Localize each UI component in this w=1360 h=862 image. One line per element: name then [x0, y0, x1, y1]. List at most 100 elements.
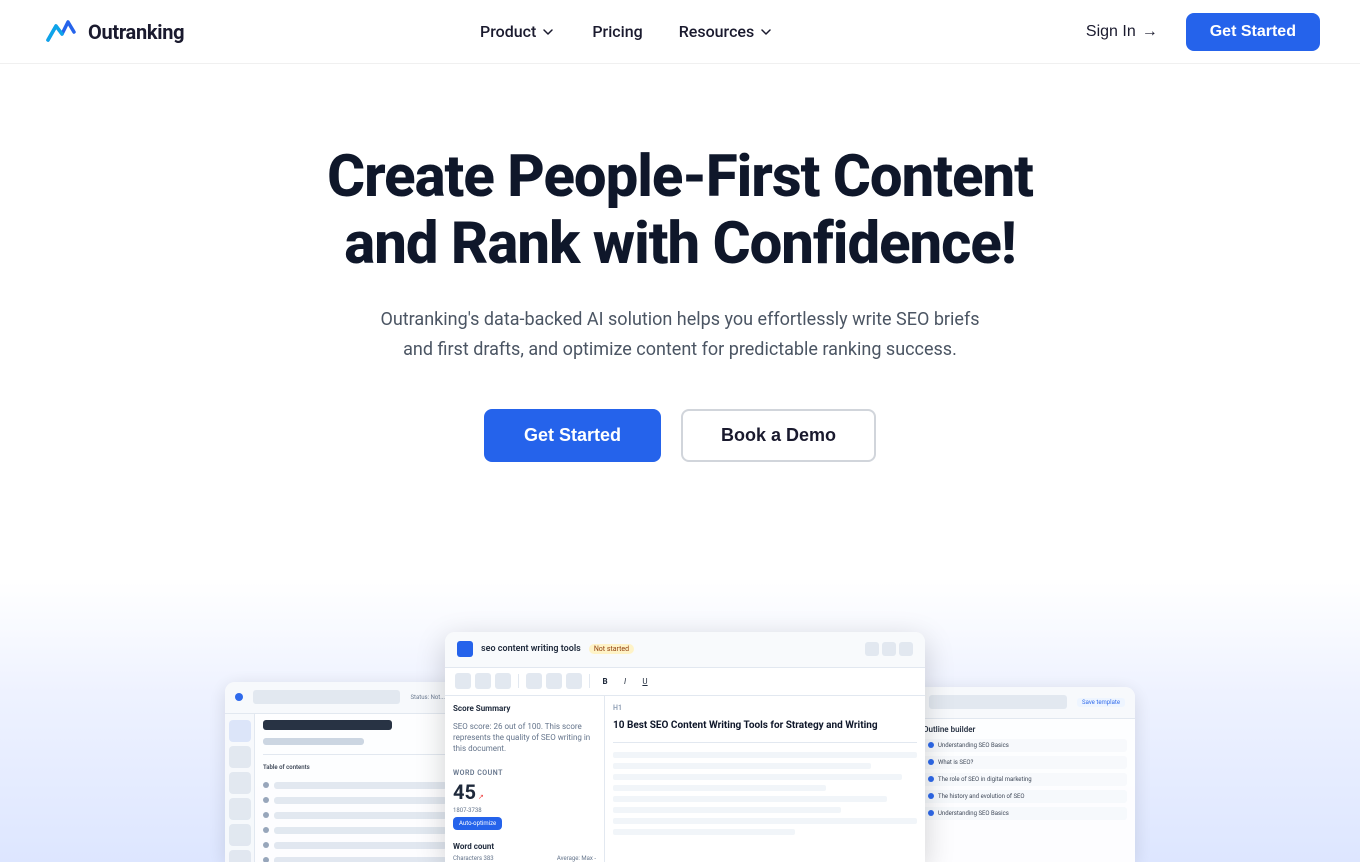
outline-item-label: Understanding SEO Basics	[938, 810, 1009, 817]
divider	[613, 742, 917, 743]
article-line	[613, 785, 826, 791]
get-started-nav-button[interactable]: Get Started	[1186, 13, 1320, 51]
left-panel-body: Table of contents	[225, 714, 455, 862]
center-score-panel: Score Summary SEO score: 26 out of 100. …	[445, 696, 605, 862]
sidebar-nav-item	[229, 746, 251, 768]
article-line	[613, 807, 841, 813]
sidebar-nav-item	[229, 798, 251, 820]
toolbar-btn	[526, 673, 542, 689]
outline-items-list: Understanding SEO Basics What is SEO? Th…	[923, 739, 1127, 820]
preview-container: Status: Not... Table of contents	[130, 632, 1230, 862]
hero-subtitle: Outranking's data-backed AI solution hel…	[380, 305, 980, 364]
brand-name: Outranking	[88, 20, 184, 44]
article-line	[613, 796, 887, 802]
outranking-logo-icon	[40, 12, 80, 52]
navbar: Outranking Product Pricing Resources Sig…	[0, 0, 1360, 64]
outline-item-label: The role of SEO in digital marketing	[938, 776, 1032, 783]
sidebar-item-bullet	[263, 842, 269, 848]
toolbar-divider	[518, 674, 519, 688]
sidebar-item-text	[274, 797, 447, 804]
left-panel-status: Status: Not...	[410, 694, 445, 701]
outline-builder-title: Outline builder	[923, 725, 1127, 734]
article-line	[613, 763, 871, 769]
outline-bullet	[928, 742, 934, 748]
sidebar-item-bullet	[263, 797, 269, 803]
outline-item-label: The history and evolution of SEO	[938, 793, 1025, 800]
nav-resources[interactable]: Resources	[665, 14, 789, 49]
word-count-value: 45	[453, 780, 476, 804]
sidebar-item	[263, 827, 447, 834]
article-line	[613, 818, 917, 824]
nav-links: Product Pricing Resources	[466, 14, 788, 49]
preview-panel-left: Status: Not... Table of contents	[225, 682, 455, 862]
sidebar-item-bullet	[263, 782, 269, 788]
sidebar-item	[263, 842, 447, 849]
sidebar-item-text	[274, 812, 447, 819]
toolbar-btn	[546, 673, 562, 689]
header-actions	[865, 642, 913, 656]
hero-get-started-button[interactable]: Get Started	[484, 409, 661, 462]
sidebar-item	[263, 812, 447, 819]
sidebar-nav-item	[229, 720, 251, 742]
toolbar-btn	[475, 673, 491, 689]
hero-title: Create People-First Content and Rank wit…	[327, 144, 1033, 277]
nav-pricing[interactable]: Pricing	[578, 14, 656, 49]
right-panel-title-bar	[929, 695, 1067, 709]
score-desc: SEO score: 26 out of 100. This score rep…	[453, 721, 596, 755]
toolbar-btn	[566, 673, 582, 689]
outline-item: The role of SEO in digital marketing	[923, 773, 1127, 786]
sidebar-nav-item	[229, 850, 251, 862]
left-panel-title-bar	[253, 690, 400, 704]
word-count-arrow: ↗	[478, 793, 484, 801]
center-article-panel: H1 10 Best SEO Content Writing Tools for…	[605, 696, 925, 862]
outline-item: Understanding SEO Basics	[923, 807, 1127, 820]
left-sidebar-nav	[225, 714, 255, 862]
save-template-btn: Save template	[1077, 698, 1125, 707]
word-count-label: WORD COUNT	[453, 769, 596, 777]
word-count-range: 1807-3738	[453, 807, 596, 814]
chevron-down-icon	[758, 24, 774, 40]
preview-area: Status: Not... Table of contents	[0, 582, 1360, 862]
toolbar-italic-btn: I	[617, 673, 633, 689]
outline-item: Understanding SEO Basics	[923, 739, 1127, 752]
sidebar-item-text	[274, 827, 447, 834]
center-app-icon	[457, 641, 473, 657]
toolbar-bold-btn: B	[597, 673, 613, 689]
center-panel-body: Score Summary SEO score: 26 out of 100. …	[445, 696, 925, 862]
sidebar-item-bullet	[263, 812, 269, 818]
outline-item-label: What is SEO?	[938, 759, 973, 766]
left-doc-title	[263, 720, 392, 730]
divider	[263, 754, 447, 755]
hero-section: Create People-First Content and Rank wit…	[0, 64, 1360, 582]
sign-in-button[interactable]: Sign In →	[1070, 15, 1174, 49]
center-toolbar: B I U	[445, 668, 925, 696]
sidebar-item	[263, 797, 447, 804]
header-btn	[882, 642, 896, 656]
outline-bullet	[928, 759, 934, 765]
hero-cta-group: Get Started Book a Demo	[484, 409, 876, 462]
sidebar-nav-item	[229, 772, 251, 794]
auto-optimize-label: Auto-optimize	[453, 817, 502, 830]
hero-book-demo-button[interactable]: Book a Demo	[681, 409, 876, 462]
logo[interactable]: Outranking	[40, 12, 184, 52]
left-doc-subtitle	[263, 738, 364, 745]
left-sidebar-content: Table of contents	[255, 714, 455, 862]
article-line	[613, 774, 902, 780]
article-line	[613, 829, 795, 835]
score-summary-label: Score Summary	[453, 704, 596, 713]
arrow-right-icon: →	[1142, 23, 1158, 41]
sidebar-item-bullet	[263, 857, 269, 862]
article-title: 10 Best SEO Content Writing Tools for St…	[613, 719, 917, 733]
nav-product[interactable]: Product	[466, 14, 570, 49]
outline-bullet	[928, 793, 934, 799]
outline-bullet	[928, 810, 934, 816]
toolbar-btn	[455, 673, 471, 689]
right-panel-header: Save template	[915, 687, 1135, 719]
left-header-icon	[235, 693, 243, 701]
sidebar-item-text	[274, 857, 447, 862]
outline-item-label: Understanding SEO Basics	[938, 742, 1009, 749]
toolbar-btn	[495, 673, 511, 689]
outline-item: The history and evolution of SEO	[923, 790, 1127, 803]
left-panel-header: Status: Not...	[225, 682, 455, 714]
sidebar-item	[263, 857, 447, 862]
